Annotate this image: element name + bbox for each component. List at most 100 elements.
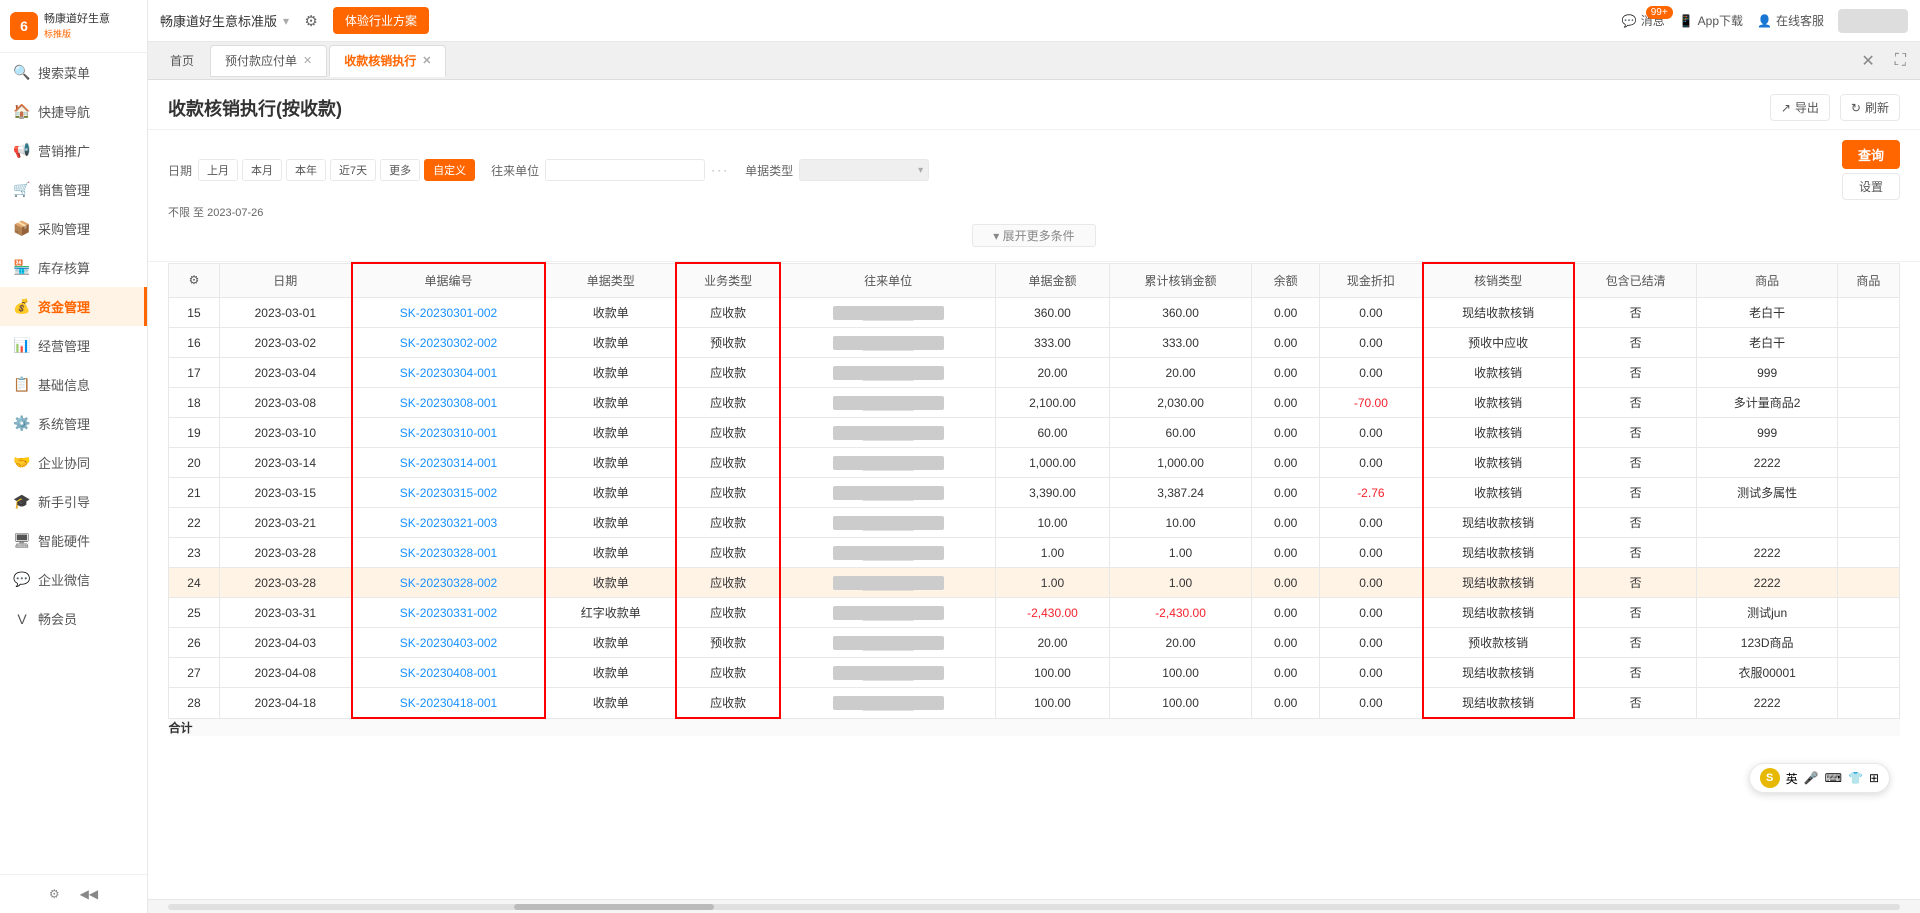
scroll-track[interactable] — [168, 904, 1900, 910]
date-btn-7days[interactable]: 近7天 — [330, 159, 376, 181]
col-amount: 单据金额 — [996, 263, 1110, 298]
bill-no-link[interactable]: SK-20230301-002 — [400, 306, 497, 320]
cell-partner: ██████ — [780, 298, 996, 328]
bill-no-link[interactable]: SK-20230308-001 — [400, 396, 497, 410]
expand-more-btn[interactable]: ▾ 展开更多条件 — [972, 224, 1095, 247]
date-btn-more[interactable]: 更多 — [380, 159, 420, 181]
app-logo-icon: 6 — [10, 12, 38, 40]
cell-writeoff-type: 预收款核销 — [1423, 628, 1574, 658]
settings-button[interactable]: 设置 — [1842, 173, 1900, 200]
topbar-app-btn[interactable]: 📱 App下载 — [1679, 12, 1743, 29]
cell-writeoff-type: 收款核销 — [1423, 388, 1574, 418]
sidebar-item-sales[interactable]: 🛒 销售管理 — [0, 170, 147, 209]
bill-no-link[interactable]: SK-20230302-002 — [400, 336, 497, 350]
cell-goods2 — [1837, 448, 1899, 478]
cell-writeoff-type: 现结收款核销 — [1423, 568, 1574, 598]
cell-goods2 — [1837, 688, 1899, 719]
bill-no-link[interactable]: SK-20230328-002 — [400, 576, 497, 590]
cell-goods2 — [1837, 508, 1899, 538]
table-row: 17 2023-03-04 SK-20230304-001 收款单 应收款 ██… — [169, 358, 1900, 388]
sidebar-item-hardware[interactable]: 🖥 智能硬件 — [0, 521, 147, 560]
scroll-thumb[interactable] — [514, 904, 714, 910]
topbar-user-avatar[interactable] — [1838, 9, 1908, 33]
sidebar-item-inventory[interactable]: 🏪 库存核算 — [0, 248, 147, 287]
collapse-btn[interactable]: ◀◀ — [72, 883, 106, 905]
sidebar-label-member: 畅会员 — [38, 609, 77, 628]
date-label: 日期 — [168, 162, 192, 179]
date-btn-this-year[interactable]: 本年 — [286, 159, 326, 181]
sidebar-label-company: 企业协同 — [38, 453, 90, 472]
table-row: 22 2023-03-21 SK-20230321-003 收款单 应收款 ██… — [169, 508, 1900, 538]
export-button[interactable]: ↗ 导出 — [1770, 94, 1830, 121]
solution-button[interactable]: 体验行业方案 — [333, 7, 429, 34]
float-widget-keyboard[interactable]: ⌨ — [1825, 771, 1842, 785]
cell-bill-type: 收款单 — [545, 568, 676, 598]
cell-no: 20 — [169, 448, 220, 478]
bill-no-link[interactable]: SK-20230304-001 — [400, 366, 497, 380]
topbar-gear-icon[interactable]: ⚙ — [297, 7, 325, 35]
bill-type-select[interactable] — [799, 159, 929, 181]
cell-amount: 1.00 — [996, 568, 1110, 598]
cell-discount: 0.00 — [1320, 448, 1423, 478]
float-widget-mic[interactable]: 🎤 — [1804, 771, 1819, 785]
tab-collection-close[interactable]: ✕ — [422, 54, 431, 67]
sidebar-item-wechat[interactable]: 💬 企业微信 — [0, 560, 147, 599]
sidebar-item-member[interactable]: V 畅会员 — [0, 599, 147, 638]
topbar-message-btn[interactable]: 💬 消息 99+ — [1622, 12, 1665, 29]
cell-partner: ██████ — [780, 568, 996, 598]
refresh-button[interactable]: ↻ 刷新 — [1840, 94, 1900, 121]
col-goods1: 商品 — [1697, 263, 1837, 298]
sidebar-item-operation[interactable]: 📊 经营管理 — [0, 326, 147, 365]
table-scrollbar[interactable] — [148, 899, 1920, 913]
bill-no-link[interactable]: SK-20230331-002 — [400, 606, 497, 620]
cell-settled: 否 — [1574, 628, 1697, 658]
sidebar-label-finance: 资金管理 — [38, 297, 90, 316]
cell-writeoff-type: 现结收款核销 — [1423, 538, 1574, 568]
cell-biz-type: 应收款 — [676, 568, 780, 598]
query-button[interactable]: 查询 — [1842, 140, 1900, 169]
bill-no-link[interactable]: SK-20230310-001 — [400, 426, 497, 440]
bill-no-link[interactable]: SK-20230328-001 — [400, 546, 497, 560]
partner-filter: 往来单位 ··· — [491, 159, 729, 181]
date-btn-custom[interactable]: 自定义 — [424, 159, 475, 181]
topbar-service-btn[interactable]: 👤 在线客服 — [1757, 12, 1824, 29]
maximize-btn[interactable]: ⛶ — [1889, 49, 1912, 73]
float-widget-shirt[interactable]: 👕 — [1848, 771, 1863, 785]
sidebar-item-purchase[interactable]: 📦 采购管理 — [0, 209, 147, 248]
cell-biz-type: 预收款 — [676, 328, 780, 358]
col-settings[interactable]: ⚙ — [169, 263, 220, 298]
sidebar-icon-basic: 📋 — [14, 377, 30, 393]
close-tab-btn[interactable]: ✕ — [1855, 49, 1880, 73]
cell-writeoff: 1,000.00 — [1109, 448, 1252, 478]
tab-prepay-close[interactable]: ✕ — [303, 54, 312, 67]
bill-no-link[interactable]: SK-20230403-002 — [400, 636, 497, 650]
tab-collection[interactable]: 收款核销执行 ✕ — [329, 45, 446, 77]
sidebar-item-guide[interactable]: 🎓 新手引导 — [0, 482, 147, 521]
tab-prepay[interactable]: 预付款应付单 ✕ — [210, 45, 327, 77]
filter-bar: 日期 上月 本月 本年 近7天 更多 自定义 往来单位 ··· — [148, 130, 1920, 262]
settings-gear-btn[interactable]: ⚙ — [41, 883, 68, 905]
sidebar-item-system[interactable]: ⚙️ 系统管理 — [0, 404, 147, 443]
partner-input[interactable] — [545, 159, 705, 181]
cell-discount: 0.00 — [1320, 598, 1423, 628]
tab-home[interactable]: 首页 — [156, 45, 208, 77]
bill-no-link[interactable]: SK-20230418-001 — [400, 696, 497, 710]
cell-biz-type: 预收款 — [676, 628, 780, 658]
topbar-dropdown-arrow[interactable]: ▾ — [283, 14, 289, 28]
sidebar-item-search[interactable]: 🔍 搜索菜单 — [0, 53, 147, 92]
sidebar-item-marketing[interactable]: 📢 营销推广 — [0, 131, 147, 170]
cell-no: 21 — [169, 478, 220, 508]
float-widget[interactable]: S 英 🎤 ⌨ 👕 ⊞ — [1749, 763, 1890, 793]
partner-dots[interactable]: ··· — [711, 163, 729, 177]
bill-no-link[interactable]: SK-20230321-003 — [400, 516, 497, 530]
bill-no-link[interactable]: SK-20230314-001 — [400, 456, 497, 470]
sidebar-item-quick[interactable]: 🏠 快捷导航 — [0, 92, 147, 131]
sidebar-item-basic[interactable]: 📋 基础信息 — [0, 365, 147, 404]
bill-no-link[interactable]: SK-20230408-001 — [400, 666, 497, 680]
date-btn-this-month[interactable]: 本月 — [242, 159, 282, 181]
float-widget-apps[interactable]: ⊞ — [1869, 771, 1879, 785]
bill-no-link[interactable]: SK-20230315-002 — [400, 486, 497, 500]
date-btn-last-month[interactable]: 上月 — [198, 159, 238, 181]
sidebar-item-finance[interactable]: 💰 资金管理 — [0, 287, 147, 326]
sidebar-item-company[interactable]: 🤝 企业协同 — [0, 443, 147, 482]
